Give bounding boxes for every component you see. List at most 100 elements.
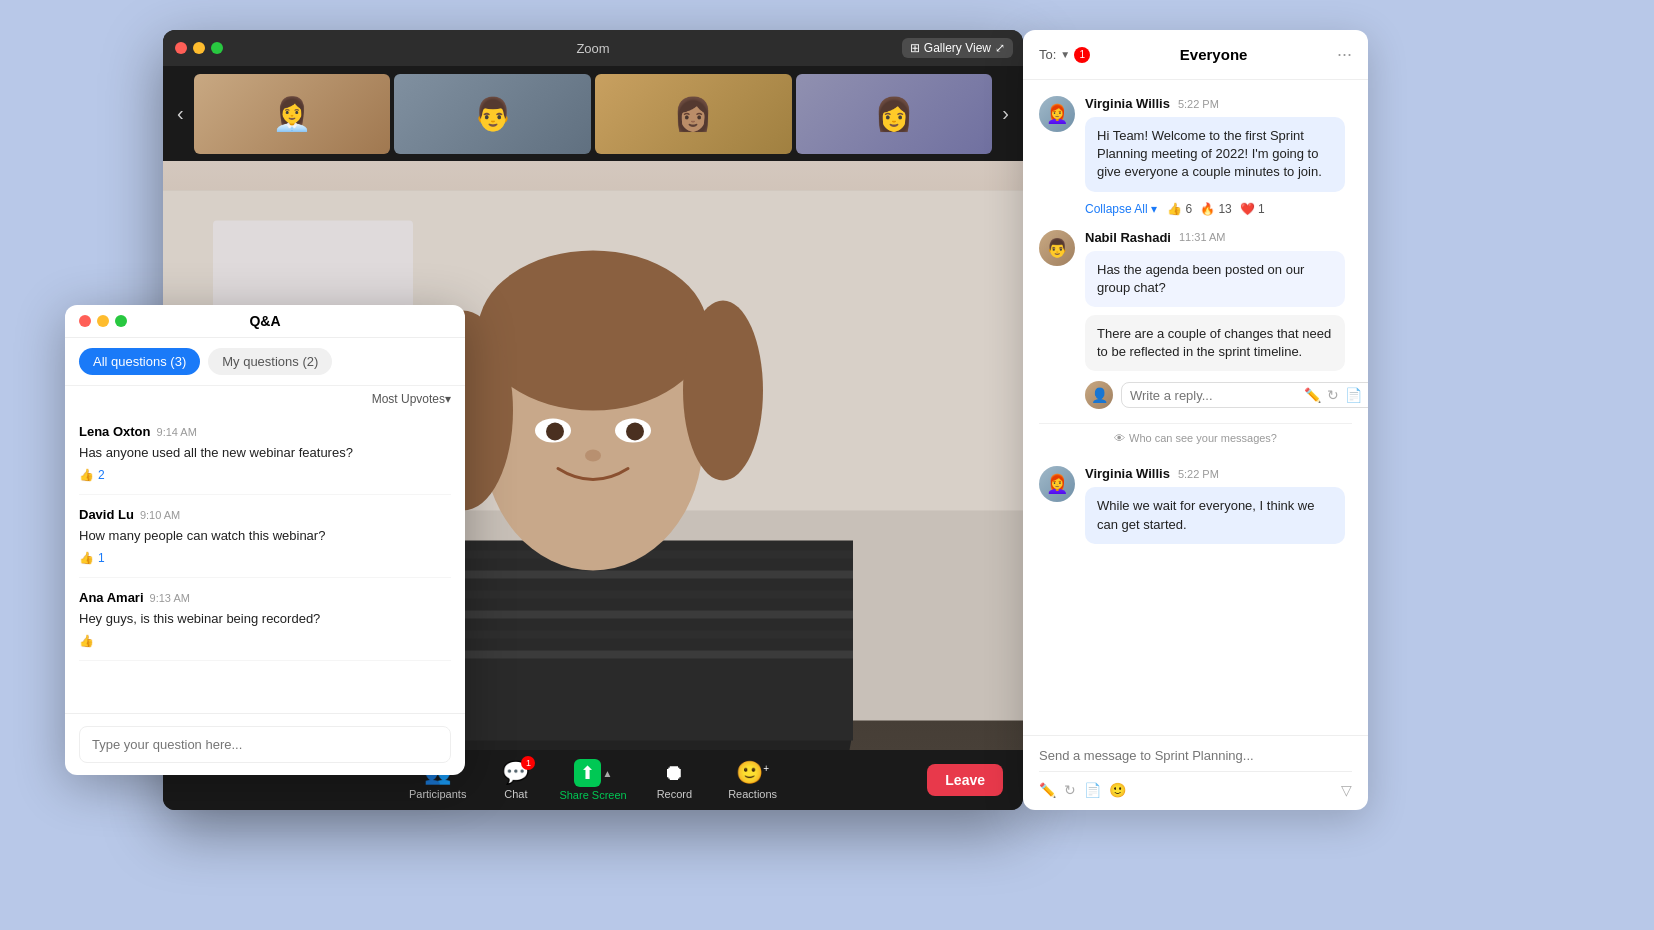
participant-thumb-4[interactable]: 👩 (796, 74, 993, 154)
reply-box[interactable]: ✏️ ↻ 📄 🙂 ▽ (1121, 382, 1368, 408)
participant-face-3: 👩🏽 (595, 74, 792, 154)
participant-strip: ‹ 👩‍💼 👨 👩🏽 👩 › (163, 66, 1023, 161)
record-label: Record (657, 788, 692, 800)
footer-refresh-icon[interactable]: ↻ (1064, 782, 1076, 798)
record-button[interactable]: ⏺ Record (639, 760, 710, 800)
qa-footer (65, 713, 465, 775)
next-arrow[interactable]: › (996, 102, 1015, 125)
collapse-all-link[interactable]: Collapse All ▾ (1085, 202, 1157, 216)
chat-footer: ✏️ ↻ 📄 🙂 ▽ (1023, 735, 1368, 810)
nabil-msg-content: Nabil Rashadi 11:31 AM Has the agenda be… (1085, 230, 1368, 410)
qa-item-header-3: Ana Amari 9:13 AM (79, 590, 451, 605)
reaction-heart[interactable]: ❤️ 1 (1240, 202, 1265, 216)
leave-button[interactable]: Leave (927, 764, 1003, 796)
footer-send-icon[interactable]: ▽ (1341, 782, 1352, 798)
chat-label: Chat (504, 788, 527, 800)
participant-thumb-3[interactable]: 👩🏽 (595, 74, 792, 154)
virginia-msg-content-1: Virginia Willis 5:22 PM Hi Team! Welcome… (1085, 96, 1352, 216)
message-3: 👩‍🦰 Virginia Willis 5:22 PM While we wai… (1039, 466, 1352, 543)
chat-input[interactable] (1039, 748, 1352, 763)
close-button[interactable] (175, 42, 187, 54)
svg-point-18 (546, 423, 564, 441)
qa-time-3: 9:13 AM (150, 592, 190, 604)
notification-badge: 1 (1074, 47, 1090, 63)
who-can-see[interactable]: 👁 Who can see your messages? (1039, 423, 1352, 452)
maximize-button[interactable] (211, 42, 223, 54)
chat-panel: To: ▼ 1 Everyone ··· 👩‍🦰 Virginia Willis… (1023, 30, 1368, 810)
qa-item-3: Ana Amari 9:13 AM Hey guys, is this webi… (79, 578, 451, 661)
like-icon-2: 👍 (79, 551, 94, 565)
msg-bubble-3: While we wait for everyone, I think we c… (1085, 487, 1345, 543)
qa-close-button[interactable] (79, 315, 91, 327)
qa-tab-my[interactable]: My questions (2) (208, 348, 332, 375)
file-icon: 📄 (1345, 387, 1362, 403)
qa-name-3: Ana Amari (79, 590, 144, 605)
qa-question-1: Has anyone used all the new webinar feat… (79, 445, 451, 460)
like-count-2: 1 (98, 551, 105, 565)
svg-point-20 (585, 450, 601, 462)
chat-more-icon[interactable]: ··· (1337, 44, 1352, 65)
chat-footer-top (1039, 748, 1352, 763)
qa-question-2: How many people can watch this webinar? (79, 528, 451, 543)
share-screen-button[interactable]: ⬆ ▲ Share Screen (547, 759, 638, 801)
share-screen-icon-wrap: ⬆ ▲ (574, 759, 613, 787)
qa-like-2[interactable]: 👍 1 (79, 551, 451, 565)
msg-time-3: 5:22 PM (1178, 468, 1219, 480)
reply-row: 👤 ✏️ ↻ 📄 🙂 ▽ (1085, 381, 1368, 409)
msg-header-3: Virginia Willis 5:22 PM (1085, 466, 1352, 481)
chat-footer-icons: ✏️ ↻ 📄 🙂 ▽ (1039, 771, 1352, 798)
reply-input[interactable] (1130, 388, 1298, 403)
window-title: Zoom (576, 41, 609, 56)
reactions-row: 👍 6 🔥 13 ❤️ 1 (1167, 202, 1265, 216)
reply-icons: ✏️ ↻ 📄 🙂 (1304, 387, 1368, 403)
footer-file-icon[interactable]: 📄 (1084, 782, 1101, 798)
svg-point-15 (683, 301, 763, 481)
chat-header: To: ▼ 1 Everyone ··· (1023, 30, 1368, 80)
qa-input[interactable] (79, 726, 451, 763)
reaction-thumbs[interactable]: 👍 6 (1167, 202, 1192, 216)
chat-title: Everyone (1100, 46, 1327, 63)
share-screen-label: Share Screen (559, 789, 626, 801)
qa-sort[interactable]: Most Upvotes ▾ (65, 386, 465, 412)
qa-maximize-button[interactable] (115, 315, 127, 327)
reactions-label: Reactions (728, 788, 777, 800)
participant-thumb-2[interactable]: 👨 (394, 74, 591, 154)
virginia-msg-content-2: Virginia Willis 5:22 PM While we wait fo… (1085, 466, 1352, 543)
msg-sender-3: Virginia Willis (1085, 466, 1170, 481)
to-badge[interactable]: To: ▼ 1 (1039, 47, 1090, 63)
nabil-avatar: 👨 (1039, 230, 1075, 266)
footer-edit-icon[interactable]: ✏️ (1039, 782, 1056, 798)
msg-sender-1: Virginia Willis (1085, 96, 1170, 111)
qa-like-3[interactable]: 👍 (79, 634, 451, 648)
like-icon-1: 👍 (79, 468, 94, 482)
qa-question-3: Hey guys, is this webinar being recorded… (79, 611, 451, 626)
qa-body: Lena Oxton 9:14 AM Has anyone used all t… (65, 412, 465, 713)
to-label: To: (1039, 47, 1056, 62)
like-count-1: 2 (98, 468, 105, 482)
reaction-fire[interactable]: 🔥 13 (1200, 202, 1232, 216)
qa-tab-all[interactable]: All questions (3) (79, 348, 200, 375)
qa-time-2: 9:10 AM (140, 509, 180, 521)
qa-time-1: 9:14 AM (157, 426, 197, 438)
refresh-icon: ↻ (1327, 387, 1339, 403)
reactions-button[interactable]: 🙂+ Reactions (710, 760, 795, 800)
minimize-button[interactable] (193, 42, 205, 54)
chat-badge: 1 (521, 756, 535, 770)
qa-minimize-button[interactable] (97, 315, 109, 327)
footer-emoji-icon[interactable]: 🙂 (1109, 782, 1126, 798)
qa-titlebar: Q&A (65, 305, 465, 338)
qa-item-1: Lena Oxton 9:14 AM Has anyone used all t… (79, 412, 451, 495)
prev-arrow[interactable]: ‹ (171, 102, 190, 125)
chat-button[interactable]: 💬 1 Chat (484, 760, 547, 800)
qa-like-1[interactable]: 👍 2 (79, 468, 451, 482)
participant-face-4: 👩 (796, 74, 993, 154)
virginia-avatar-1: 👩‍🦰 (1039, 96, 1075, 132)
participant-thumb-1[interactable]: 👩‍💼 (194, 74, 391, 154)
qa-tabs: All questions (3) My questions (2) (65, 338, 465, 386)
msg-time-1: 5:22 PM (1178, 98, 1219, 110)
share-screen-chevron: ▲ (603, 768, 613, 779)
virginia-avatar-2: 👩‍🦰 (1039, 466, 1075, 502)
msg-header-2: Nabil Rashadi 11:31 AM (1085, 230, 1368, 245)
msg-time-2: 11:31 AM (1179, 231, 1225, 243)
gallery-view-button[interactable]: ⊞ Gallery View ⤢ (902, 38, 1013, 58)
